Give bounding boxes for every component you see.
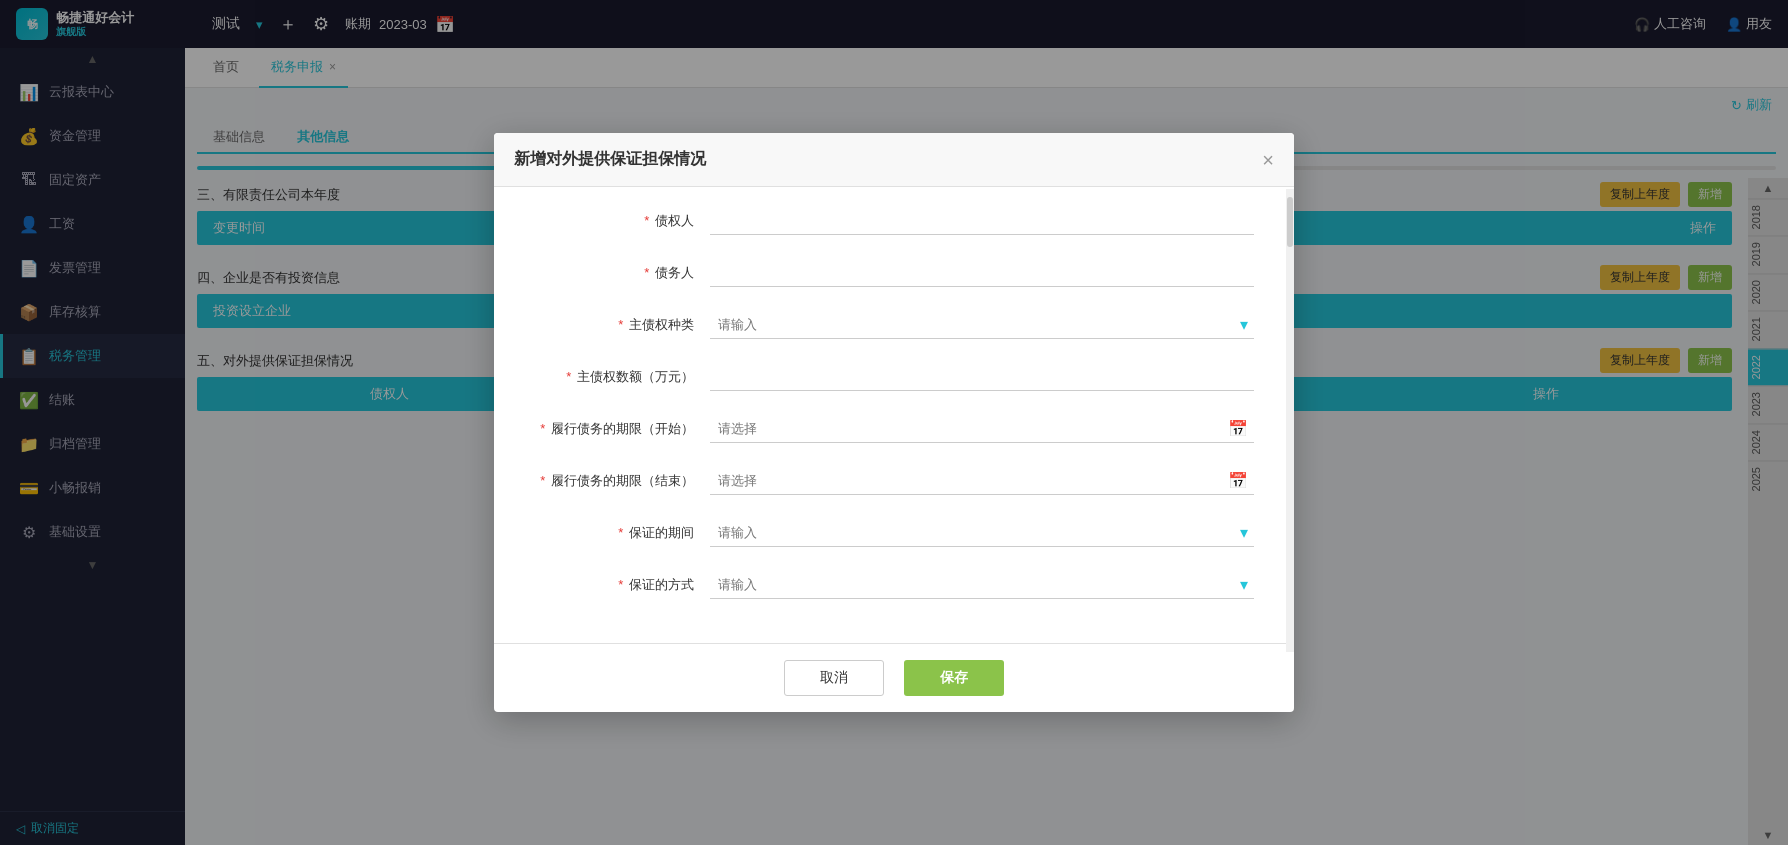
label-baozheng-qijian: * 保证的期间 [534, 524, 694, 542]
form-row-baozheng-qijian: * 保证的期间 ▾ [534, 519, 1254, 547]
input-zhaiwuren[interactable] [710, 259, 1254, 286]
form-row-lixing-start: * 履行债务的期限（开始） 📅 [534, 415, 1254, 443]
input-wrap-zhaiquanren [710, 207, 1254, 235]
required-star-7: * [618, 525, 623, 540]
label-zhuzhai-zhonglei: * 主债权种类 [534, 316, 694, 334]
form-row-baozheng-fangshi: * 保证的方式 ▾ [534, 571, 1254, 599]
modal-close-btn[interactable]: × [1262, 150, 1274, 170]
modal-scrollbar-thumb [1287, 197, 1293, 247]
chevron-baozheng-fangshi[interactable]: ▾ [1234, 575, 1254, 594]
modal-scrollbar [1286, 189, 1294, 652]
required-star-2: * [644, 265, 649, 280]
chevron-baozheng-qijian[interactable]: ▾ [1234, 523, 1254, 542]
form-row-zhuzhai-zhonglei: * 主债权种类 ▾ [534, 311, 1254, 339]
form-row-lixing-end: * 履行债务的期限（结束） 📅 [534, 467, 1254, 495]
required-star-5: * [540, 421, 545, 436]
input-wrap-zhuzhai-zhonglei: ▾ [710, 311, 1254, 339]
required-star-8: * [618, 577, 623, 592]
input-zhaiquanren[interactable] [710, 207, 1254, 234]
save-button[interactable]: 保存 [904, 660, 1004, 696]
calendar-end-icon[interactable]: 📅 [1222, 471, 1254, 490]
input-baozheng-qijian[interactable] [710, 519, 1234, 546]
required-star-4: * [566, 369, 571, 384]
cancel-button[interactable]: 取消 [784, 660, 884, 696]
required-star-6: * [540, 473, 545, 488]
input-wrap-baozheng-fangshi: ▾ [710, 571, 1254, 599]
required-star-1: * [644, 213, 649, 228]
label-zhaiquanren: * 债权人 [534, 212, 694, 230]
label-zhuzhai-ede: * 主债权数额（万元） [534, 368, 694, 386]
calendar-start-icon[interactable]: 📅 [1222, 419, 1254, 438]
input-wrap-baozheng-qijian: ▾ [710, 519, 1254, 547]
input-wrap-zhaiwuren [710, 259, 1254, 287]
modal-title: 新增对外提供保证担保情况 [514, 149, 706, 170]
form-row-zhuzhai-ede: * 主债权数额（万元） [534, 363, 1254, 391]
required-star-3: * [618, 317, 623, 332]
modal-header: 新增对外提供保证担保情况 × [494, 133, 1294, 187]
label-lixing-start: * 履行债务的期限（开始） [534, 420, 694, 438]
input-zhuzhai-ede[interactable] [710, 363, 1254, 390]
modal-footer: 取消 保存 [494, 643, 1294, 712]
label-zhaiwuren: * 债务人 [534, 264, 694, 282]
input-wrap-zhuzhai-ede [710, 363, 1254, 391]
input-lixing-start[interactable] [710, 415, 1222, 442]
chevron-zhuzhai-zhonglei[interactable]: ▾ [1234, 315, 1254, 334]
input-lixing-end[interactable] [710, 467, 1222, 494]
label-lixing-end: * 履行债务的期限（结束） [534, 472, 694, 490]
modal-body: * 债权人 * 债务人 * [494, 187, 1294, 643]
input-wrap-lixing-end: 📅 [710, 467, 1254, 495]
modal-dialog: 新增对外提供保证担保情况 × * 债权人 * 债务人 [494, 133, 1294, 712]
modal-overlay: 新增对外提供保证担保情况 × * 债权人 * 债务人 [0, 0, 1788, 845]
form-row-zhaiwuren: * 债务人 [534, 259, 1254, 287]
input-wrap-lixing-start: 📅 [710, 415, 1254, 443]
input-zhuzhai-zhonglei[interactable] [710, 311, 1234, 338]
form-row-zhaiquanren: * 债权人 [534, 207, 1254, 235]
input-baozheng-fangshi[interactable] [710, 571, 1234, 598]
label-baozheng-fangshi: * 保证的方式 [534, 576, 694, 594]
